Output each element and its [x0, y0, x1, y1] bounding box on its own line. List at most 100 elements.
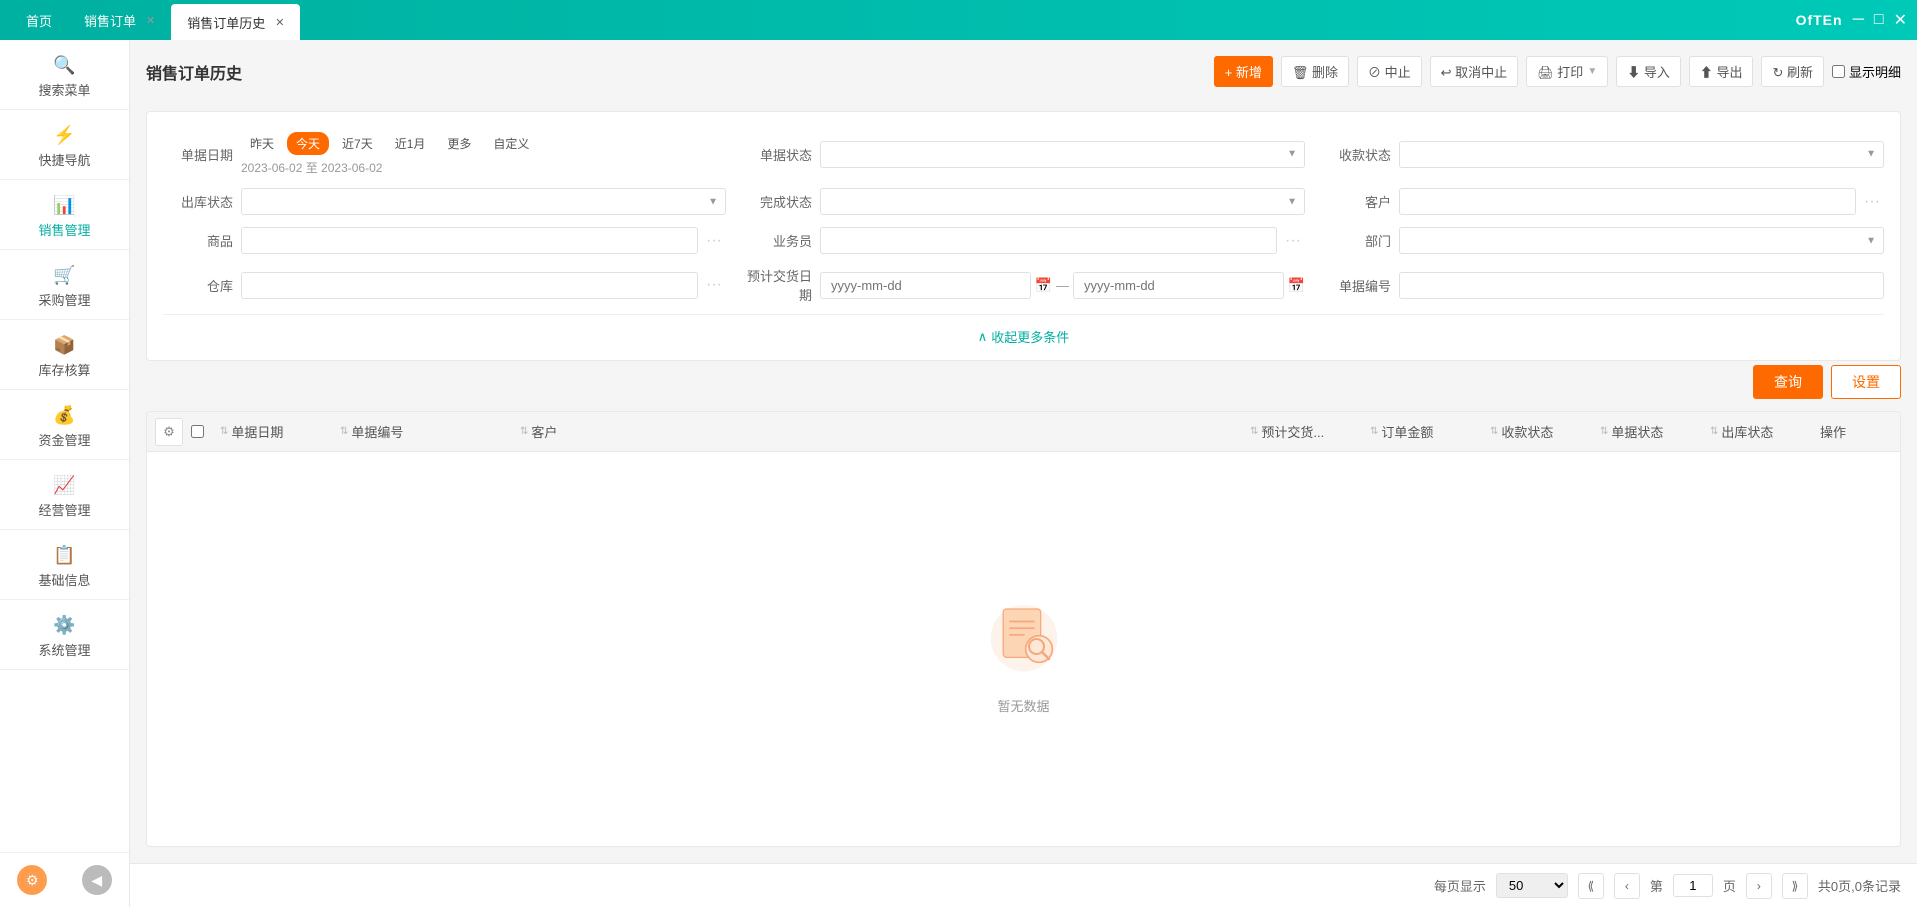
sidebar-item-sys-mgmt[interactable]: ⚙️ 系统管理: [0, 600, 129, 670]
collapse-more-btn[interactable]: ∧ 收起更多条件: [163, 321, 1884, 346]
product-more-icon[interactable]: ···: [702, 232, 726, 250]
sort-icon-out-status[interactable]: ⇅: [1710, 426, 1718, 437]
sidebar-settings-icon[interactable]: ⚙: [17, 865, 47, 895]
empty-illustration: [974, 584, 1074, 684]
expected-date-start[interactable]: [820, 272, 1031, 299]
tab-sales-order-history[interactable]: 销售订单历史 ✕: [171, 4, 300, 40]
new-button[interactable]: + 新增: [1214, 56, 1273, 87]
delete-button[interactable]: 🗑 删除: [1281, 56, 1349, 87]
filter-cell-dept: 部门: [1321, 221, 1884, 260]
calendar-icon-start[interactable]: 📅: [1035, 277, 1052, 294]
sidebar-item-basic-info[interactable]: 📋 基础信息: [0, 530, 129, 600]
dept-select-wrapper: [1399, 227, 1884, 254]
cancel-stop-button[interactable]: ↩ 取消中止: [1430, 56, 1519, 87]
action-buttons-row: 查询 设置: [146, 365, 1901, 399]
sidebar-item-purchase-mgmt[interactable]: 🛒 采购管理: [0, 250, 129, 320]
date-tag-more[interactable]: 更多: [438, 132, 480, 155]
show-detail-checkbox[interactable]: [1832, 65, 1845, 78]
page-next-button[interactable]: ›: [1746, 873, 1772, 899]
salesperson-more-icon[interactable]: ···: [1281, 232, 1305, 250]
sort-icon-doc-number[interactable]: ⇅: [340, 426, 348, 437]
date-tag-custom[interactable]: 自定义: [484, 132, 538, 155]
sort-icon-receipt-status[interactable]: ⇅: [1490, 426, 1498, 437]
filter-cell-doc-status: 单据状态: [742, 126, 1305, 182]
page-word: 第: [1650, 876, 1663, 895]
date-tag-today[interactable]: 今天: [287, 132, 329, 155]
sidebar-item-funds-mgmt[interactable]: 💰 资金管理: [0, 390, 129, 460]
total-label: 共0页,0条记录: [1818, 876, 1901, 895]
page-size-select[interactable]: 10 20 50 100: [1496, 873, 1568, 898]
dept-control: [1399, 227, 1884, 254]
doc-number-input[interactable]: [1399, 272, 1884, 299]
sidebar-item-inventory-calc[interactable]: 📦 库存核算: [0, 320, 129, 390]
out-status-control: [241, 188, 726, 215]
table-gear-button[interactable]: ⚙: [155, 418, 183, 446]
dept-select[interactable]: [1399, 227, 1884, 254]
window-close[interactable]: ✕: [1894, 10, 1907, 30]
page-first-button[interactable]: ⟪: [1578, 873, 1604, 899]
customer-label: 客户: [1321, 192, 1391, 211]
tab-sales-order-history-close[interactable]: ✕: [275, 16, 284, 29]
page-last-button[interactable]: ⟫: [1782, 873, 1808, 899]
sidebar-item-quick-nav[interactable]: ⚡ 快捷导航: [0, 110, 129, 180]
stop-button[interactable]: ⊘ 中止: [1357, 56, 1422, 87]
print-button[interactable]: 🖨 打印 ▼: [1526, 56, 1608, 87]
out-status-select-wrapper: [241, 188, 726, 215]
customer-more-icon[interactable]: ···: [1860, 193, 1884, 211]
date-tag-7days[interactable]: 近7天: [333, 132, 382, 155]
sidebar: 🔍 搜索菜单 ⚡ 快捷导航 📊 销售管理 🛒 采购管理 📦 库存核算 💰 资金管…: [0, 40, 130, 907]
sidebar-collapse-icon[interactable]: ◀: [82, 865, 112, 895]
window-maximize[interactable]: □: [1874, 11, 1884, 29]
expected-date-end[interactable]: [1073, 272, 1284, 299]
receipt-status-select[interactable]: [1399, 141, 1884, 168]
page-prev-button[interactable]: ‹: [1614, 873, 1640, 899]
date-tag-yesterday[interactable]: 昨天: [241, 132, 283, 155]
tab-sales-order[interactable]: 销售订单 ✕: [68, 0, 171, 40]
filter-cell-product: 商品 ···: [163, 221, 726, 260]
out-status-select[interactable]: [241, 188, 726, 215]
salesperson-control: ···: [820, 227, 1305, 254]
show-detail-checkbox-label[interactable]: 显示明细: [1832, 62, 1901, 81]
customer-input[interactable]: [1399, 188, 1856, 215]
filter-cell-complete-status: 完成状态: [742, 182, 1305, 221]
col-expected-date: ⇅ 预计交货...: [1242, 422, 1362, 441]
complete-status-select[interactable]: [820, 188, 1305, 215]
select-all-checkbox[interactable]: [191, 425, 204, 438]
sidebar-item-ops-mgmt[interactable]: 📈 经营管理: [0, 460, 129, 530]
date-range-dash: —: [1056, 278, 1069, 293]
quick-nav-icon: ⚡: [54, 124, 76, 146]
search-menu-icon: 🔍: [54, 54, 76, 76]
filter-cell-doc-date: 单据日期 昨天 今天 近7天 近1月 更多 自定义: [163, 126, 726, 182]
empty-state: 暂无数据: [974, 584, 1074, 715]
calendar-icon-end[interactable]: 📅: [1288, 277, 1305, 294]
warehouse-input[interactable]: [241, 272, 698, 299]
sort-icon-doc-status[interactable]: ⇅: [1600, 426, 1608, 437]
sort-icon-order-amount[interactable]: ⇅: [1370, 426, 1378, 437]
window-minimize[interactable]: ─: [1853, 11, 1864, 29]
date-tag-1month[interactable]: 近1月: [386, 132, 435, 155]
refresh-button[interactable]: ↻ 刷新: [1761, 56, 1824, 87]
top-bar: 首页 销售订单 ✕ 销售订单历史 ✕ OfTEn ─ □ ✕: [0, 0, 1917, 40]
sidebar-item-search-menu[interactable]: 🔍 搜索菜单: [0, 40, 129, 110]
doc-status-select[interactable]: [820, 141, 1305, 168]
sort-icon-doc-date[interactable]: ⇅: [220, 426, 228, 437]
filter-cell-receipt-status: 收款状态: [1321, 126, 1884, 182]
warehouse-more-icon[interactable]: ···: [702, 276, 726, 294]
doc-number-label: 单据编号: [1321, 276, 1391, 295]
pagination-bar: 每页显示 10 20 50 100 ⟪ ‹ 第 页 › ⟫ 共0页,0条记录: [130, 863, 1917, 907]
sidebar-item-sales-mgmt[interactable]: 📊 销售管理: [0, 180, 129, 250]
sort-icon-customer[interactable]: ⇅: [520, 426, 528, 437]
export-button[interactable]: ⬆ 导出: [1689, 56, 1754, 87]
product-input[interactable]: [241, 227, 698, 254]
col-operation: 操作: [1812, 422, 1892, 441]
tab-sales-order-close[interactable]: ✕: [146, 14, 155, 27]
search-button[interactable]: 查询: [1753, 365, 1823, 399]
salesperson-input[interactable]: [820, 227, 1277, 254]
col-order-amount: ⇅ 订单金额: [1362, 422, 1482, 441]
page-number-input[interactable]: [1673, 874, 1713, 897]
sort-icon-expected-date[interactable]: ⇅: [1250, 426, 1258, 437]
settings-button[interactable]: 设置: [1831, 365, 1901, 399]
tab-home[interactable]: 首页: [10, 0, 68, 40]
basic-info-icon: 📋: [54, 544, 76, 566]
import-button[interactable]: ⬇ 导入: [1616, 56, 1681, 87]
